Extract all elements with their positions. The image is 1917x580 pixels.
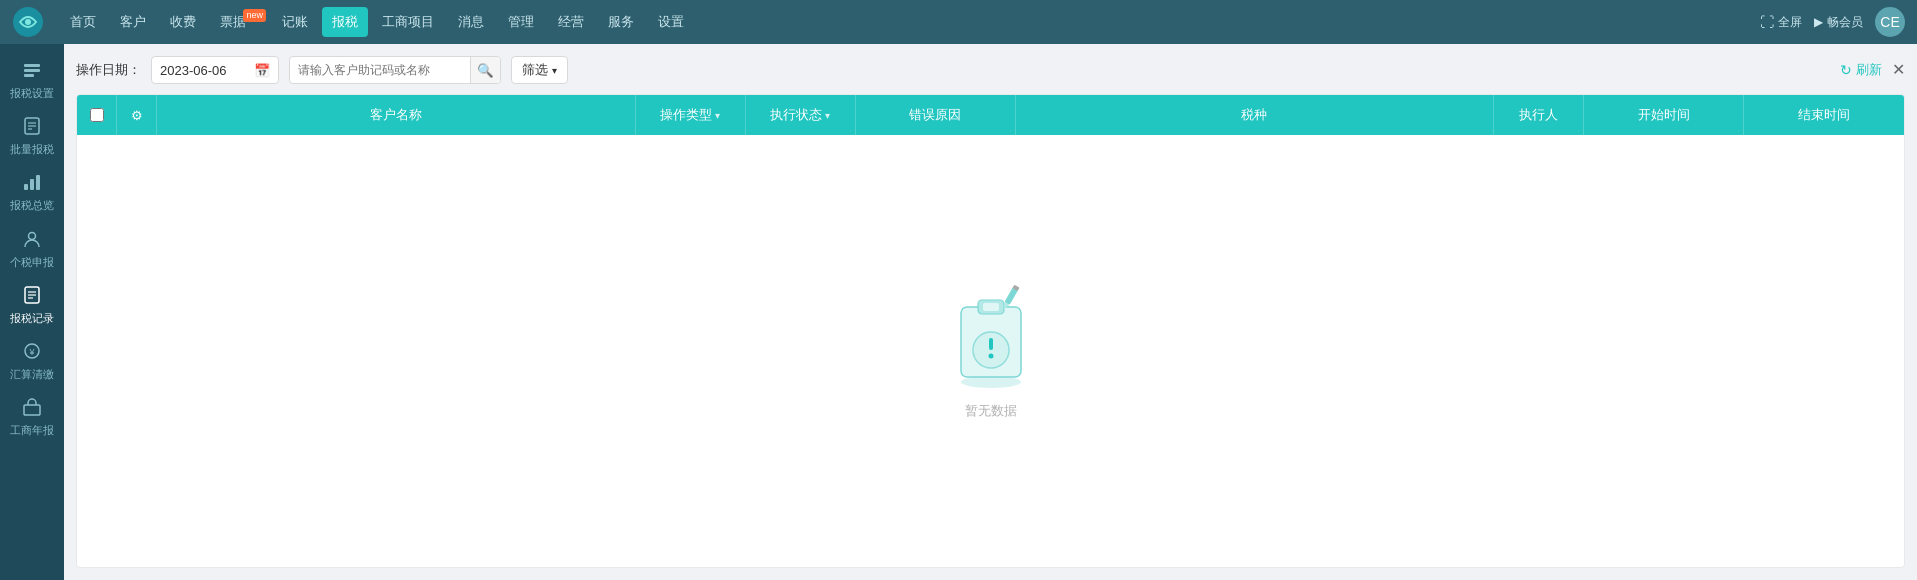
sidebar-item-annual-report[interactable]: 工商年报 bbox=[0, 389, 64, 445]
new-badge: new bbox=[243, 9, 266, 22]
th-start: 开始时间 bbox=[1584, 95, 1744, 135]
tax-settings-icon bbox=[22, 60, 42, 83]
th-gear[interactable]: ⚙ bbox=[117, 95, 157, 135]
user-avatar[interactable]: CE bbox=[1875, 7, 1905, 37]
svg-rect-19 bbox=[24, 405, 40, 415]
select-all-checkbox[interactable] bbox=[90, 108, 104, 122]
table-body: 暂无数据 bbox=[77, 135, 1904, 567]
th-error: 错误原因 bbox=[856, 95, 1016, 135]
fullscreen-btn[interactable]: ⛶ 全屏 bbox=[1760, 14, 1802, 31]
tax-overview-label: 报税总览 bbox=[10, 199, 54, 212]
nav-home[interactable]: 首页 bbox=[60, 7, 106, 37]
batch-tax-label: 批量报税 bbox=[10, 143, 54, 156]
nav-invoice[interactable]: 票据 new bbox=[210, 7, 268, 37]
personal-tax-icon bbox=[22, 229, 42, 252]
toolbar: 操作日期： 📅 🔍 筛选 ▾ ↻ 刷新 ✕ bbox=[76, 56, 1905, 84]
nav-manage[interactable]: 管理 bbox=[498, 7, 544, 37]
date-input-wrap[interactable]: 📅 bbox=[151, 56, 279, 84]
search-icon: 🔍 bbox=[477, 63, 494, 78]
close-icon: ✕ bbox=[1892, 61, 1905, 78]
settlement-icon: ¥ bbox=[22, 341, 42, 364]
calendar-icon[interactable]: 📅 bbox=[254, 63, 270, 78]
annual-report-label: 工商年报 bbox=[10, 424, 54, 437]
tax-record-icon bbox=[22, 285, 42, 308]
date-input[interactable] bbox=[160, 63, 248, 78]
sidebar-item-batch-tax[interactable]: 批量报税 bbox=[0, 108, 64, 164]
sidebar: 报税设置 批量报税 报税总览 bbox=[0, 44, 64, 580]
app-logo[interactable] bbox=[12, 6, 44, 38]
fullscreen-label: 全屏 bbox=[1778, 14, 1802, 31]
main-layout: 报税设置 批量报税 报税总览 bbox=[0, 44, 1917, 580]
tax-settings-label: 报税设置 bbox=[10, 87, 54, 100]
search-button[interactable]: 🔍 bbox=[470, 56, 500, 84]
sidebar-item-personal-tax[interactable]: 个税申报 bbox=[0, 221, 64, 277]
svg-rect-25 bbox=[989, 338, 993, 350]
refresh-button[interactable]: ↻ 刷新 bbox=[1840, 61, 1882, 79]
svg-point-1 bbox=[25, 19, 31, 25]
nav-account[interactable]: 记账 bbox=[272, 7, 318, 37]
tax-record-label: 报税记录 bbox=[10, 312, 54, 325]
th-executor: 执行人 bbox=[1494, 95, 1584, 135]
empty-text: 暂无数据 bbox=[965, 402, 1017, 420]
status-filter-icon[interactable]: ▾ bbox=[825, 110, 830, 121]
svg-point-12 bbox=[29, 232, 36, 239]
th-status: 执行状态 ▾ bbox=[746, 95, 856, 135]
play-icon: ▶ bbox=[1814, 15, 1823, 29]
th-end: 结束时间 bbox=[1744, 95, 1904, 135]
sidebar-item-settlement[interactable]: ¥ 汇算清缴 bbox=[0, 333, 64, 389]
svg-rect-2 bbox=[24, 64, 40, 67]
nav-operation[interactable]: 经营 bbox=[548, 7, 594, 37]
nav-settings[interactable]: 设置 bbox=[648, 7, 694, 37]
batch-tax-icon bbox=[22, 116, 42, 139]
personal-tax-label: 个税申报 bbox=[10, 256, 54, 269]
gear-icon: ⚙ bbox=[131, 108, 143, 123]
search-wrap: 🔍 bbox=[289, 56, 501, 84]
filter-label: 筛选 bbox=[522, 61, 548, 79]
nav-business[interactable]: 工商项目 bbox=[372, 7, 444, 37]
svg-rect-4 bbox=[24, 74, 34, 77]
svg-point-20 bbox=[961, 376, 1021, 388]
nav-fee[interactable]: 收费 bbox=[160, 7, 206, 37]
th-op-type: 操作类型 ▾ bbox=[636, 95, 746, 135]
settlement-label: 汇算清缴 bbox=[10, 368, 54, 381]
svg-rect-3 bbox=[24, 69, 40, 72]
member-label: 畅会员 bbox=[1827, 14, 1863, 31]
date-label: 操作日期： bbox=[76, 61, 141, 79]
svg-point-26 bbox=[988, 354, 993, 359]
annual-report-icon bbox=[22, 397, 42, 420]
svg-rect-23 bbox=[983, 303, 999, 311]
fullscreen-icon: ⛶ bbox=[1760, 14, 1774, 30]
nav-items: 首页 客户 收费 票据 new 记账 报税 工商项目 消息 管理 经营 服务 设… bbox=[60, 7, 1760, 37]
empty-state: 暂无数据 bbox=[941, 282, 1041, 420]
svg-text:¥: ¥ bbox=[28, 347, 35, 357]
top-nav: 首页 客户 收费 票据 new 记账 报税 工商项目 消息 管理 经营 服务 设… bbox=[0, 0, 1917, 44]
svg-rect-10 bbox=[30, 179, 34, 190]
top-nav-right: ⛶ 全屏 ▶ 畅会员 CE bbox=[1760, 7, 1905, 37]
table-header: ⚙ 客户名称 操作类型 ▾ 执行状态 ▾ 错误原因 税种 bbox=[77, 95, 1904, 135]
th-name: 客户名称 bbox=[157, 95, 636, 135]
svg-rect-11 bbox=[36, 175, 40, 190]
sidebar-item-tax-settings[interactable]: 报税设置 bbox=[0, 52, 64, 108]
refresh-icon: ↻ bbox=[1840, 62, 1852, 78]
tax-overview-icon bbox=[22, 172, 42, 195]
op-type-filter-icon[interactable]: ▾ bbox=[715, 110, 720, 121]
nav-customer[interactable]: 客户 bbox=[110, 7, 156, 37]
nav-service[interactable]: 服务 bbox=[598, 7, 644, 37]
nav-tax[interactable]: 报税 bbox=[322, 7, 368, 37]
search-input[interactable] bbox=[290, 63, 470, 77]
refresh-label: 刷新 bbox=[1856, 61, 1882, 79]
sidebar-item-tax-record[interactable]: 报税记录 bbox=[0, 277, 64, 333]
content-area: 操作日期： 📅 🔍 筛选 ▾ ↻ 刷新 ✕ bbox=[64, 44, 1917, 580]
th-checkbox[interactable] bbox=[77, 95, 117, 135]
close-button[interactable]: ✕ bbox=[1892, 62, 1905, 78]
member-btn[interactable]: ▶ 畅会员 bbox=[1814, 14, 1863, 31]
sidebar-item-tax-overview[interactable]: 报税总览 bbox=[0, 164, 64, 220]
nav-message[interactable]: 消息 bbox=[448, 7, 494, 37]
th-tax: 税种 bbox=[1016, 95, 1495, 135]
filter-button[interactable]: 筛选 ▾ bbox=[511, 56, 568, 84]
table: ⚙ 客户名称 操作类型 ▾ 执行状态 ▾ 错误原因 税种 bbox=[76, 94, 1905, 568]
svg-rect-9 bbox=[24, 184, 28, 190]
empty-illustration bbox=[941, 282, 1041, 392]
chevron-down-icon: ▾ bbox=[552, 65, 557, 76]
